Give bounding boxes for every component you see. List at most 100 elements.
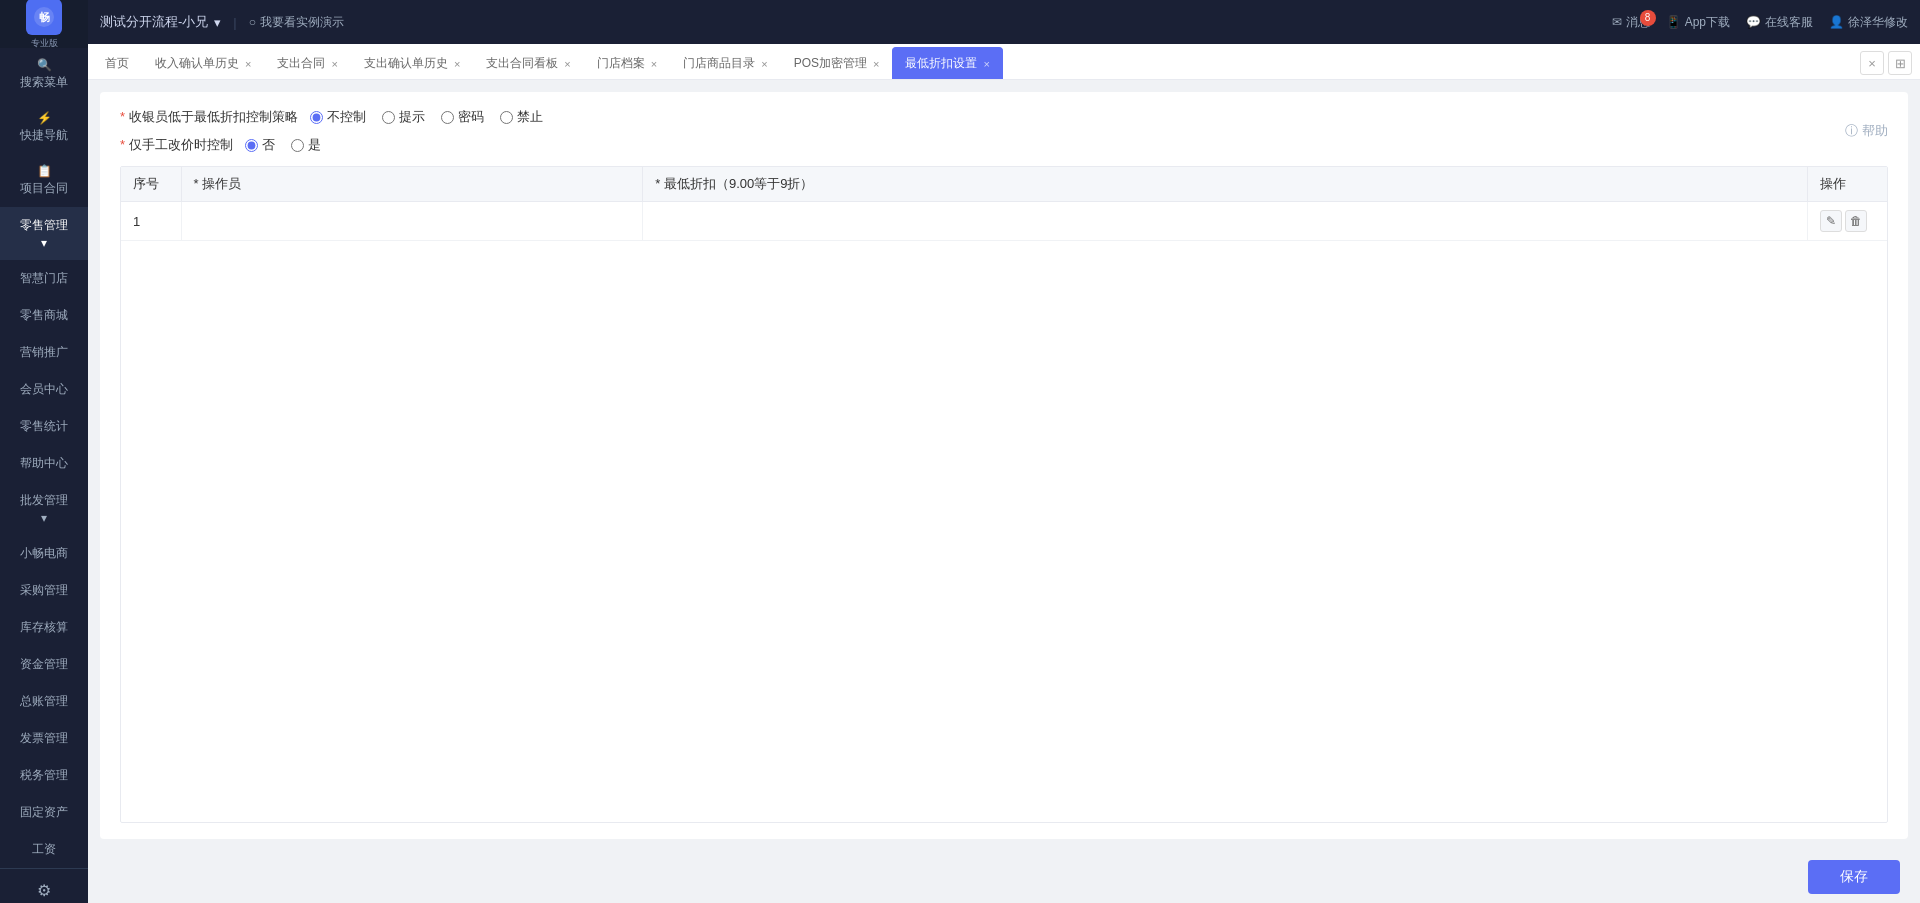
chevron-down-icon: ▾ bbox=[41, 236, 47, 250]
edit-row-btn[interactable]: ✎ bbox=[1820, 210, 1842, 232]
radio-yes[interactable]: 是 bbox=[291, 136, 321, 154]
content: * 收银员低于最低折扣控制策略 不控制 提示 bbox=[88, 80, 1920, 851]
maximize-tab-btn[interactable]: ⊞ bbox=[1888, 51, 1912, 75]
sidebar-item-fixed-assets[interactable]: 固定资产 bbox=[0, 794, 88, 831]
radio-hint[interactable]: 提示 bbox=[382, 108, 425, 126]
tab-close-icon[interactable]: × bbox=[651, 58, 657, 70]
project-name: 测试分开流程-小兄 bbox=[100, 13, 208, 31]
sidebar-item-label: 总账管理 bbox=[20, 693, 68, 710]
sidebar-item-label: 小畅电商 bbox=[20, 545, 68, 562]
user-btn[interactable]: 👤 徐泽华修改 bbox=[1829, 14, 1908, 31]
tab-label: 收入确认单历史 bbox=[155, 55, 239, 72]
footer: 保存 bbox=[88, 851, 1920, 903]
tabbar-actions: × ⊞ bbox=[1860, 51, 1920, 79]
manual-price-options: 否 是 bbox=[245, 136, 321, 154]
sidebar-item-help-center[interactable]: 帮助中心 bbox=[0, 445, 88, 482]
sidebar-item-finance-mgmt[interactable]: 资金管理 bbox=[0, 646, 88, 683]
app-download-btn[interactable]: 📱 App下载 bbox=[1666, 14, 1730, 31]
sidebar-item-label: 零售商城 bbox=[20, 307, 68, 324]
sidebar-item-ledger-mgmt[interactable]: 总账管理 bbox=[0, 683, 88, 720]
sidebar-item-purchase-mgmt[interactable]: 采购管理 bbox=[0, 572, 88, 609]
tab-income-confirm-history[interactable]: 收入确认单历史 × bbox=[142, 47, 264, 79]
chevron-down-icon: ▾ bbox=[41, 511, 47, 525]
project-dropdown-icon: ▾ bbox=[214, 15, 221, 30]
cashier-discount-row: * 收银员低于最低折扣控制策略 不控制 提示 bbox=[120, 108, 543, 126]
app-logo-icon: 畅 bbox=[26, 0, 62, 35]
sidebar-item-tax-mgmt[interactable]: 税务管理 bbox=[0, 757, 88, 794]
sidebar-item-retail-mgmt[interactable]: 零售管理 ▾ bbox=[0, 207, 88, 260]
radio-no-control[interactable]: 不控制 bbox=[310, 108, 366, 126]
sidebar-item-inventory-calc[interactable]: 库存核算 bbox=[0, 609, 88, 646]
sidebar-item-label: 固定资产 bbox=[20, 804, 68, 821]
sidebar-item-retail-mall[interactable]: 零售商城 bbox=[0, 297, 88, 334]
download-icon: 📱 bbox=[1666, 15, 1681, 29]
tab-close-icon[interactable]: × bbox=[761, 58, 767, 70]
close-tab-btn[interactable]: × bbox=[1860, 51, 1884, 75]
sidebar-item-member-center[interactable]: 会员中心 bbox=[0, 371, 88, 408]
required-mark: * bbox=[120, 109, 125, 124]
radio-no[interactable]: 否 bbox=[245, 136, 275, 154]
sidebar-item-invoice-mgmt[interactable]: 发票管理 bbox=[0, 720, 88, 757]
required-mark: * bbox=[120, 137, 125, 152]
tab-close-icon[interactable]: × bbox=[331, 58, 337, 70]
tab-close-icon[interactable]: × bbox=[983, 58, 989, 70]
sidebar-item-smart-store[interactable]: 智慧门店 bbox=[0, 260, 88, 297]
cell-seq: 1 bbox=[121, 202, 181, 241]
cashier-discount-label: * 收银员低于最低折扣控制策略 bbox=[120, 108, 298, 126]
demo-btn[interactable]: ○ 我要看实例演示 bbox=[249, 14, 344, 31]
sidebar-item-label: 工资 bbox=[32, 841, 56, 858]
sidebar-item-ecommerce[interactable]: 小畅电商 bbox=[0, 535, 88, 572]
tab-label: 支出合同 bbox=[277, 55, 325, 72]
tab-label: POS加密管理 bbox=[794, 55, 867, 72]
sidebar-item-label: 发票管理 bbox=[20, 730, 68, 747]
cell-discount bbox=[643, 202, 1807, 241]
sidebar-item-label: 资金管理 bbox=[20, 656, 68, 673]
tab-payment-contract-board[interactable]: 支出合同看板 × bbox=[473, 47, 583, 79]
tab-payment-confirm-history[interactable]: 支出确认单历史 × bbox=[351, 47, 473, 79]
message-btn[interactable]: ✉ 消息 8 bbox=[1612, 14, 1650, 31]
message-icon: ✉ bbox=[1612, 15, 1622, 29]
radio-password[interactable]: 密码 bbox=[441, 108, 484, 126]
tab-close-icon[interactable]: × bbox=[564, 58, 570, 70]
sidebar-item-search-menu[interactable]: 🔍 搜索菜单 bbox=[0, 48, 88, 101]
sidebar-item-marketing[interactable]: 营销推广 bbox=[0, 334, 88, 371]
tab-label: 门店商品目录 bbox=[683, 55, 755, 72]
tab-min-discount-settings[interactable]: 最低折扣设置 × bbox=[892, 47, 1002, 79]
project-selector[interactable]: 测试分开流程-小兄 ▾ bbox=[100, 13, 221, 31]
sidebar-item-retail-stats[interactable]: 零售统计 bbox=[0, 408, 88, 445]
help-label: 帮助 bbox=[1862, 122, 1888, 140]
cashier-discount-options: 不控制 提示 密码 禁 bbox=[310, 108, 543, 126]
col-header-seq: 序号 bbox=[121, 167, 181, 202]
user-label: 徐泽华修改 bbox=[1848, 14, 1908, 31]
sidebar-item-label: 快捷导航 bbox=[20, 127, 68, 144]
topbar: 测试分开流程-小兄 ▾ | ○ 我要看实例演示 ✉ 消息 8 📱 App下载 💬… bbox=[88, 0, 1920, 44]
save-button[interactable]: 保存 bbox=[1808, 860, 1900, 894]
sidebar-item-project-contract[interactable]: 📋 项目合同 bbox=[0, 154, 88, 207]
tab-close-icon[interactable]: × bbox=[454, 58, 460, 70]
tab-close-icon[interactable]: × bbox=[873, 58, 879, 70]
app-download-label: App下载 bbox=[1685, 14, 1730, 31]
help-btn[interactable]: ⓘ 帮助 bbox=[1845, 122, 1888, 140]
delete-row-btn[interactable]: 🗑 bbox=[1845, 210, 1867, 232]
sidebar-item-wholesale-mgmt[interactable]: 批发管理 ▾ bbox=[0, 482, 88, 535]
tab-home[interactable]: 首页 bbox=[92, 47, 142, 79]
form-hint-row: * 收银员低于最低折扣控制策略 不控制 提示 bbox=[120, 108, 1888, 154]
col-header-discount: * 最低折扣（9.00等于9折） bbox=[643, 167, 1807, 202]
form-card: * 收银员低于最低折扣控制策略 不控制 提示 bbox=[100, 92, 1908, 839]
sidebar-item-payroll[interactable]: 工资 bbox=[0, 831, 88, 868]
radio-forbid[interactable]: 禁止 bbox=[500, 108, 543, 126]
tab-store-profile[interactable]: 门店档案 × bbox=[584, 47, 670, 79]
table-row: 1 ✎ 🗑 bbox=[121, 202, 1887, 241]
tab-store-product-catalog[interactable]: 门店商品目录 × bbox=[670, 47, 780, 79]
online-service-btn[interactable]: 💬 在线客服 bbox=[1746, 14, 1813, 31]
sidebar-item-quick-nav[interactable]: ⚡ 快捷导航 bbox=[0, 101, 88, 154]
tab-payment-contract[interactable]: 支出合同 × bbox=[264, 47, 350, 79]
settings-button[interactable]: ⚙ bbox=[0, 869, 88, 903]
tab-close-icon[interactable]: × bbox=[245, 58, 251, 70]
tab-pos-password[interactable]: POS加密管理 × bbox=[781, 47, 893, 79]
tab-label: 最低折扣设置 bbox=[905, 55, 977, 72]
sidebar-item-label: 帮助中心 bbox=[20, 455, 68, 472]
col-header-actions: 操作 bbox=[1807, 167, 1887, 202]
sidebar-item-label: 采购管理 bbox=[20, 582, 68, 599]
demo-icon: ○ bbox=[249, 15, 256, 29]
